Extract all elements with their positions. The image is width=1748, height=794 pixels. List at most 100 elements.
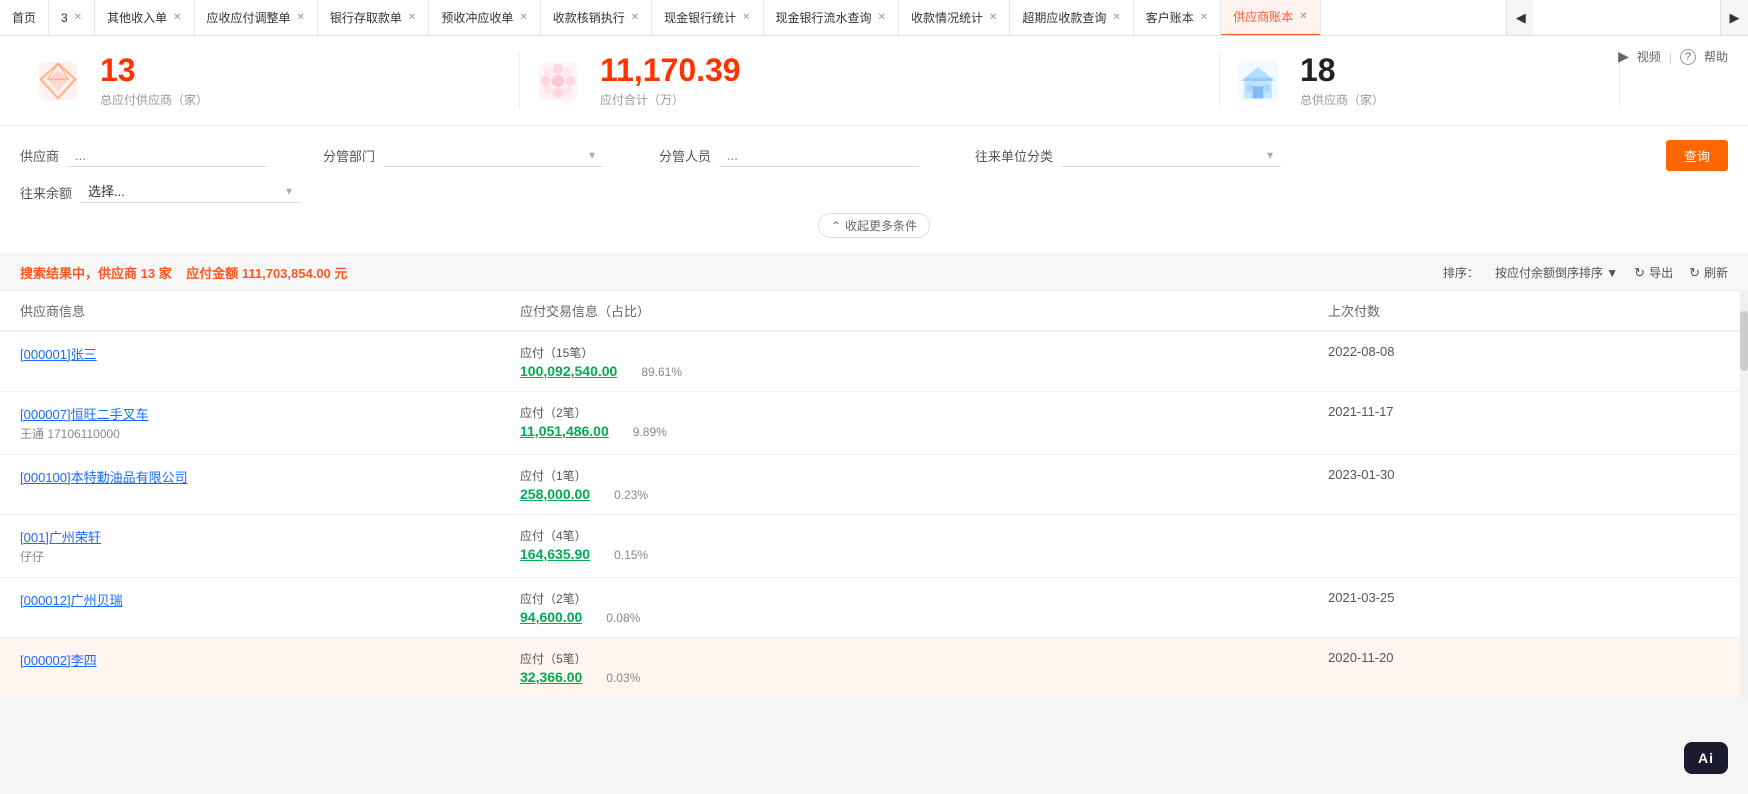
tx-pct: 0.15% [614, 548, 648, 562]
nav-tab-ar-adjustment[interactable]: 应收应付调整单 ✕ [195, 0, 318, 36]
close-tab-ar-adjustment[interactable]: ✕ [297, 12, 305, 23]
top-links: ▶ 视频 | ? 帮助 [1618, 48, 1728, 65]
dept-select[interactable] [383, 145, 603, 167]
supplier-contact: 仔仔 [20, 548, 520, 565]
nav-next-arrow[interactable]: ▶ [1720, 0, 1748, 36]
close-tab-3[interactable]: ✕ [74, 12, 82, 23]
supplier-name-link[interactable]: [000001]张三 [20, 344, 520, 363]
stat-label-total-suppliers: 总供应商（家） [1300, 91, 1384, 108]
nav-tab-receive-stat[interactable]: 收款情况统计 ✕ [899, 0, 1010, 36]
stat-total-payable-amount: 11,170.39 应付合计（万） [520, 53, 1220, 109]
dept-label: 分管部门 [323, 146, 375, 165]
nav-tab-receive-execute[interactable]: 收款核销执行 ✕ [541, 0, 652, 36]
last-pay-cell: 2021-11-17 [1328, 404, 1728, 419]
supplier-contact: 王通 17106110000 [20, 425, 520, 442]
nav-tab-supplier-book[interactable]: 供应商账本 ✕ [1221, 0, 1320, 36]
nav-tab-cash-stat[interactable]: 现金银行统计 ✕ [652, 0, 763, 36]
result-count: 13 [141, 266, 155, 281]
nav-tab-customer-book[interactable]: 客户账本 ✕ [1134, 0, 1221, 36]
supplier-name-link[interactable]: [000002]李四 [20, 650, 520, 669]
export-button[interactable]: ↻ 导出 [1634, 264, 1673, 281]
supplier-info-cell: [000100]本特勤油品有限公司 [20, 467, 520, 486]
result-info: 搜索结果中，供应商 13 家 应付金额 111,703,854.00 元 [20, 263, 347, 282]
video-link[interactable]: 视频 [1637, 48, 1661, 65]
tx-amount-link[interactable]: 11,051,486.00 [520, 423, 609, 439]
tx-label: 应付（5笔） [520, 650, 1328, 667]
scroll-thumb[interactable] [1740, 311, 1748, 371]
tx-label: 应付（1笔） [520, 467, 1328, 484]
supplier-input[interactable] [67, 145, 267, 167]
nav-prev-arrow[interactable]: ◀ [1506, 0, 1534, 36]
unit-class-select[interactable] [1061, 145, 1281, 167]
tx-cell: 应付（4笔） 164,635.90 0.15% [520, 527, 1328, 562]
tx-amount-link[interactable]: 100,092,540.00 [520, 363, 617, 379]
last-pay-date: 2023-01-30 [1328, 467, 1395, 482]
close-tab-receive-stat[interactable]: ✕ [989, 12, 997, 23]
tx-label: 应付（2笔） [520, 590, 1328, 607]
search-button[interactable]: 查询 [1666, 140, 1728, 171]
table-row: [000007]恒旺二手叉车 王通 17106110000 应付（2笔） 11,… [0, 392, 1748, 455]
close-tab-advance-receive[interactable]: ✕ [519, 12, 527, 23]
close-tab-supplier-book[interactable]: ✕ [1299, 11, 1307, 22]
tx-amount-link[interactable]: 94,600.00 [520, 609, 582, 625]
video-circle-icon: ▶ [1618, 48, 1629, 65]
close-tab-receive-execute[interactable]: ✕ [631, 12, 639, 23]
tx-pct: 0.03% [606, 671, 640, 685]
col-header-supplier: 供应商信息 [20, 301, 520, 320]
nav-tab-cash-flow[interactable]: 现金银行流水查询 ✕ [764, 0, 899, 36]
balance-label: 往来余额 [20, 183, 72, 202]
nav-tab-advance-receive[interactable]: 预收冲应收单 ✕ [429, 0, 540, 36]
tx-amount-link[interactable]: 164,635.90 [520, 546, 590, 562]
supplier-info-cell: [000007]恒旺二手叉车 王通 17106110000 [20, 404, 520, 442]
stat-total-suppliers: 18 总供应商（家） [1220, 53, 1620, 109]
flower-icon [530, 53, 586, 109]
filter-supplier: 供应商 [20, 145, 267, 167]
close-tab-cash-stat[interactable]: ✕ [742, 12, 750, 23]
close-tab-overdue-ar[interactable]: ✕ [1112, 12, 1120, 23]
result-bar: 搜索结果中，供应商 13 家 应付金额 111,703,854.00 元 排序：… [0, 255, 1748, 291]
supplier-name-link[interactable]: [000100]本特勤油品有限公司 [20, 467, 520, 486]
last-pay-cell: 2023-01-30 [1328, 467, 1728, 482]
tx-amount-link[interactable]: 258,000.00 [520, 486, 590, 502]
close-tab-bank-deposit[interactable]: ✕ [408, 12, 416, 23]
supplier-name-link[interactable]: [000012]广州贝瑞 [20, 590, 520, 609]
chevron-up-icon: ⌃ [831, 219, 841, 233]
filter-balance: 往来余额 选择... [20, 181, 300, 203]
tx-cell: 应付（15笔） 100,092,540.00 89.61% [520, 344, 1328, 379]
balance-select[interactable]: 选择... [80, 181, 300, 203]
supplier-table: 供应商信息 应付交易信息（占比） 上次付数 [000001]张三 应付（15笔）… [0, 291, 1748, 698]
person-label: 分管人员 [659, 146, 711, 165]
stat-total-payable-suppliers: 13 总应付供应商（家） [20, 53, 520, 109]
unit-class-label: 往来单位分类 [975, 146, 1053, 165]
filter-dept: 分管部门 [323, 145, 603, 167]
help-link[interactable]: 帮助 [1704, 48, 1728, 65]
stat-label-payable-suppliers: 总应付供应商（家） [100, 91, 208, 108]
collapse-button[interactable]: ⌃ 收起更多条件 [818, 213, 930, 238]
close-tab-other-income[interactable]: ✕ [173, 12, 181, 23]
refresh-button[interactable]: ↻ 刷新 [1689, 264, 1728, 281]
sort-select[interactable]: 按应付余额倒序排序 ▼ [1495, 264, 1618, 281]
supplier-info-cell: [000001]张三 [20, 344, 520, 363]
supplier-name-link[interactable]: [001]广州荣轩 [20, 527, 520, 546]
supplier-label: 供应商 [20, 146, 59, 165]
person-input[interactable] [719, 145, 919, 167]
close-tab-cash-flow[interactable]: ✕ [878, 12, 886, 23]
nav-tab-overdue-ar[interactable]: 超期应收款查询 ✕ [1010, 0, 1133, 36]
nav-tab-other-income[interactable]: 其他收入单 ✕ [95, 0, 194, 36]
scroll-bar[interactable] [1740, 291, 1748, 698]
tx-pct: 9.89% [633, 425, 667, 439]
tx-amount-link[interactable]: 32,366.00 [520, 669, 582, 685]
close-tab-customer-book[interactable]: ✕ [1200, 12, 1208, 23]
last-pay-cell: 2021-03-25 [1328, 590, 1728, 605]
nav-tab-3[interactable]: 3 ✕ [49, 0, 95, 36]
stat-number-total-suppliers: 18 [1300, 53, 1384, 88]
nav-tab-bank-deposit[interactable]: 银行存取款单 ✕ [318, 0, 429, 36]
table-header: 供应商信息 应付交易信息（占比） 上次付数 [0, 291, 1748, 332]
sort-label: 排序： [1443, 264, 1479, 281]
filter-unit-class: 往来单位分类 [975, 145, 1281, 167]
last-pay-date: 2022-08-08 [1328, 344, 1395, 359]
table-row: [000002]李四 应付（5笔） 32,366.00 0.03% 2020-1… [0, 638, 1748, 698]
ai-badge[interactable]: Ai [1684, 742, 1728, 774]
nav-tab-home[interactable]: 首页 [0, 0, 49, 36]
supplier-name-link[interactable]: [000007]恒旺二手叉车 [20, 404, 520, 423]
